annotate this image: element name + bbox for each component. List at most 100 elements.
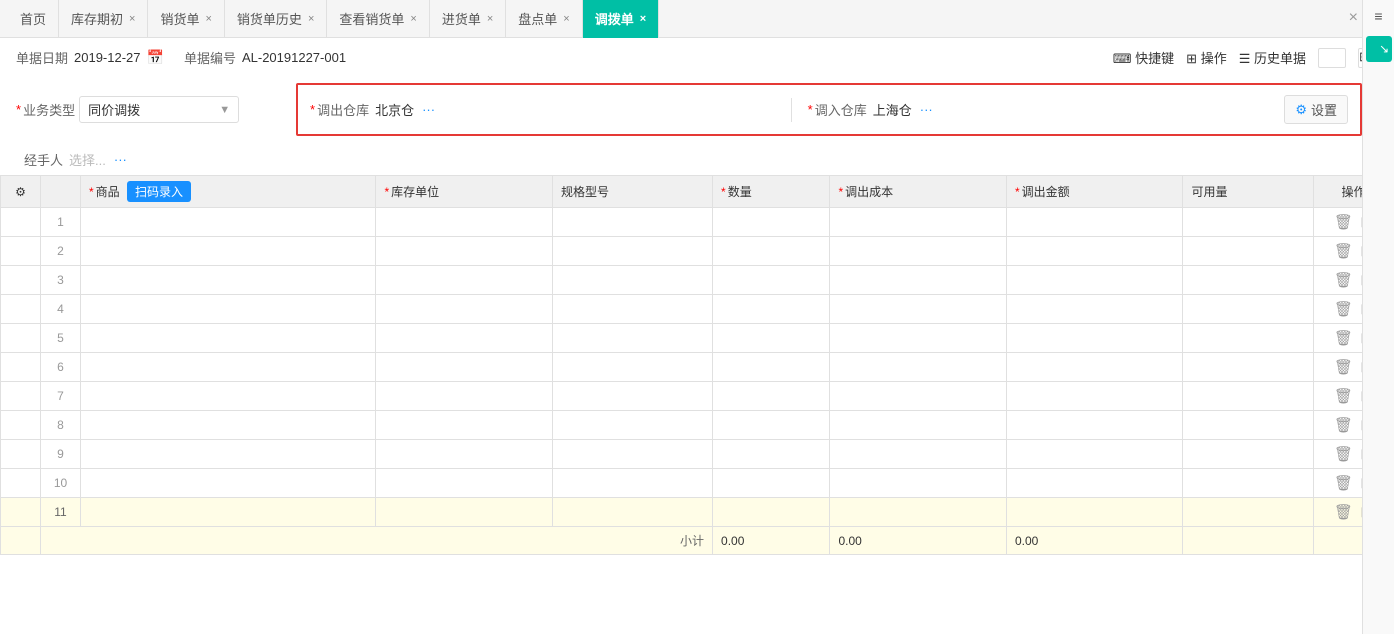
tab-sales-close[interactable]: × xyxy=(205,13,211,25)
row-unit-cell[interactable] xyxy=(376,382,553,411)
warehouse-out-more[interactable]: ··· xyxy=(422,102,435,117)
row-cost-cell[interactable] xyxy=(830,295,1007,324)
tab-inventory-init[interactable]: 库存期初 × xyxy=(59,0,148,38)
tab-inventory-check-close[interactable]: × xyxy=(563,13,569,25)
calendar-icon[interactable]: 📅 xyxy=(147,49,164,66)
row-qty-cell[interactable] xyxy=(713,208,830,237)
row-amount-cell[interactable] xyxy=(1006,237,1183,266)
row-spec-cell[interactable] xyxy=(552,353,712,382)
tab-transfer[interactable]: 调拨单 × xyxy=(583,0,659,38)
row-cost-cell[interactable] xyxy=(830,469,1007,498)
row-product-cell[interactable] xyxy=(81,295,376,324)
row-amount-cell[interactable] xyxy=(1006,382,1183,411)
row-amount-cell[interactable] xyxy=(1006,324,1183,353)
row-qty-cell[interactable] xyxy=(713,469,830,498)
row-amount-cell[interactable] xyxy=(1006,440,1183,469)
row-unit-cell[interactable] xyxy=(376,411,553,440)
row-spec-cell[interactable] xyxy=(552,469,712,498)
row-unit-cell[interactable] xyxy=(376,469,553,498)
row-qty-cell[interactable] xyxy=(713,411,830,440)
row-amount-cell[interactable] xyxy=(1006,353,1183,382)
warehouse-in-more[interactable]: ··· xyxy=(920,102,933,117)
row-product-cell[interactable] xyxy=(81,382,376,411)
row-product-cell[interactable] xyxy=(81,440,376,469)
row-product-cell[interactable] xyxy=(81,237,376,266)
sidebar-list-button[interactable]: ≡ xyxy=(1365,4,1393,28)
gear-icon[interactable]: ⚙ xyxy=(15,185,26,199)
tab-purchase[interactable]: 进货单 × xyxy=(430,0,506,38)
settings-button[interactable]: ⚙ 设置 xyxy=(1284,95,1348,124)
layout-btn-1[interactable] xyxy=(1318,48,1346,68)
row-cost-cell[interactable] xyxy=(830,208,1007,237)
tab-inventory-init-close[interactable]: × xyxy=(129,13,135,25)
business-type-select[interactable]: 同价调拨 ▼ xyxy=(79,96,239,123)
delete-icon[interactable]: 🗑 xyxy=(1334,388,1353,405)
row-spec-cell[interactable] xyxy=(552,295,712,324)
row-product-cell[interactable] xyxy=(81,411,376,440)
row-qty-cell[interactable] xyxy=(713,266,830,295)
row-cost-cell[interactable] xyxy=(830,382,1007,411)
delete-icon[interactable]: 🗑 xyxy=(1334,330,1353,347)
delete-icon[interactable]: 🗑 xyxy=(1334,214,1353,231)
row-spec-cell[interactable] xyxy=(552,237,712,266)
row-qty-cell[interactable] xyxy=(713,440,830,469)
tab-view-sales-close[interactable]: × xyxy=(410,13,416,25)
history-button[interactable]: ☰ 历史单据 xyxy=(1239,48,1306,67)
row-unit-cell[interactable] xyxy=(376,237,553,266)
close-app-button[interactable]: × xyxy=(1349,9,1358,27)
row-qty-cell[interactable] xyxy=(713,295,830,324)
delete-icon[interactable]: 🗑 xyxy=(1334,417,1353,434)
delete-icon[interactable]: 🗑 xyxy=(1334,272,1353,289)
tab-inventory-check[interactable]: 盘点单 × xyxy=(506,0,582,38)
tab-home[interactable]: 首页 xyxy=(8,0,59,38)
delete-icon[interactable]: 🗑 xyxy=(1334,475,1353,492)
row-qty-cell[interactable] xyxy=(713,382,830,411)
scan-button[interactable]: 扫码录入 xyxy=(127,181,191,202)
row-unit-cell[interactable] xyxy=(376,353,553,382)
tab-sales[interactable]: 销货单 × xyxy=(148,0,224,38)
row-unit-cell[interactable] xyxy=(376,440,553,469)
delete-icon[interactable]: 🗑 xyxy=(1334,446,1353,463)
row-cost-cell[interactable] xyxy=(830,237,1007,266)
tab-purchase-close[interactable]: × xyxy=(487,13,493,25)
shortcuts-button[interactable]: ⌨ 快捷键 xyxy=(1113,48,1174,67)
row-product-cell[interactable] xyxy=(81,469,376,498)
tab-sales-history[interactable]: 销货单历史 × xyxy=(225,0,327,38)
row-cost-cell[interactable] xyxy=(830,266,1007,295)
row-product-cell[interactable] xyxy=(81,266,376,295)
row-product-cell[interactable] xyxy=(81,353,376,382)
row-spec-cell[interactable] xyxy=(552,382,712,411)
row-spec-cell[interactable] xyxy=(552,440,712,469)
row-product-cell[interactable] xyxy=(81,208,376,237)
delete-icon[interactable]: 🗑 xyxy=(1334,243,1353,260)
delete-icon[interactable]: 🗑 xyxy=(1334,504,1353,521)
row-unit-cell[interactable] xyxy=(376,208,553,237)
row-qty-cell[interactable] xyxy=(713,237,830,266)
row-unit-cell[interactable] xyxy=(376,295,553,324)
row-amount-cell[interactable] xyxy=(1006,411,1183,440)
row-cost-cell[interactable] xyxy=(830,440,1007,469)
manager-more[interactable]: ··· xyxy=(114,152,127,167)
row-amount-cell[interactable] xyxy=(1006,208,1183,237)
row-qty-cell[interactable] xyxy=(713,324,830,353)
sidebar-export-button[interactable]: ↗ xyxy=(1366,36,1392,62)
tab-view-sales[interactable]: 查看销货单 × xyxy=(327,0,429,38)
row-amount-cell[interactable] xyxy=(1006,469,1183,498)
manager-input[interactable]: 选择... xyxy=(69,150,106,169)
row-spec-cell[interactable] xyxy=(552,411,712,440)
tab-sales-history-close[interactable]: × xyxy=(308,13,314,25)
delete-icon[interactable]: 🗑 xyxy=(1334,301,1353,318)
row-unit-cell[interactable] xyxy=(376,266,553,295)
row-spec-cell[interactable] xyxy=(552,266,712,295)
row-amount-cell[interactable] xyxy=(1006,295,1183,324)
col-gear[interactable]: ⚙ xyxy=(1,176,41,208)
row-spec-cell[interactable] xyxy=(552,324,712,353)
tab-transfer-close[interactable]: × xyxy=(640,13,646,25)
actions-button[interactable]: ⊞ 操作 xyxy=(1186,48,1227,67)
row-cost-cell[interactable] xyxy=(830,411,1007,440)
row-spec-cell[interactable] xyxy=(552,208,712,237)
row-amount-cell[interactable] xyxy=(1006,266,1183,295)
row-product-cell[interactable] xyxy=(81,324,376,353)
row-qty-cell[interactable] xyxy=(713,353,830,382)
delete-icon[interactable]: 🗑 xyxy=(1334,359,1353,376)
